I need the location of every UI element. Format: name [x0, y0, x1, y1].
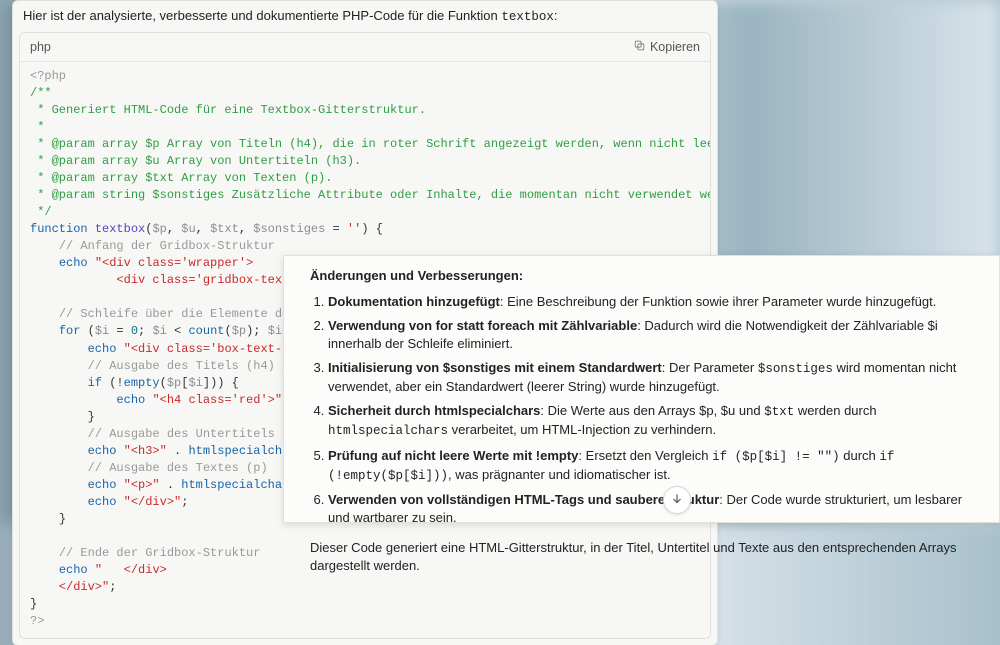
copy-label: Kopieren [650, 40, 700, 54]
list-item: Verwenden von vollständigen HTML-Tags un… [328, 491, 983, 527]
changes-heading: Änderungen und Verbesserungen: [310, 268, 983, 283]
changes-panel: Änderungen und Verbesserungen: Dokumenta… [283, 255, 1000, 523]
intro-prefix: Hier ist der analysierte, verbesserte un… [23, 8, 501, 23]
code-header: php Kopieren [20, 33, 710, 62]
code-lang-label: php [30, 40, 51, 54]
changes-list: Dokumentation hinzugefügt: Eine Beschrei… [310, 293, 983, 527]
intro-suffix: : [554, 8, 558, 23]
list-item: Dokumentation hinzugefügt: Eine Beschrei… [328, 293, 983, 311]
arrow-down-icon [670, 492, 684, 509]
intro-text: Hier ist der analysierte, verbesserte un… [13, 1, 717, 32]
changes-final-note: Dieser Code generiert eine HTML-Gitterst… [310, 539, 983, 575]
list-item: Initialisierung von $sonstiges mit einem… [328, 359, 983, 396]
list-item: Sicherheit durch htmlspecialchars: Die W… [328, 402, 983, 441]
copy-button[interactable]: Kopieren [633, 39, 700, 55]
intro-func: textbox [501, 10, 554, 24]
list-item: Prüfung auf nicht leere Werte mit !empty… [328, 447, 983, 486]
list-item: Verwendung von for statt foreach mit Zäh… [328, 317, 983, 353]
scroll-down-button[interactable] [663, 486, 691, 514]
copy-icon [633, 39, 646, 55]
